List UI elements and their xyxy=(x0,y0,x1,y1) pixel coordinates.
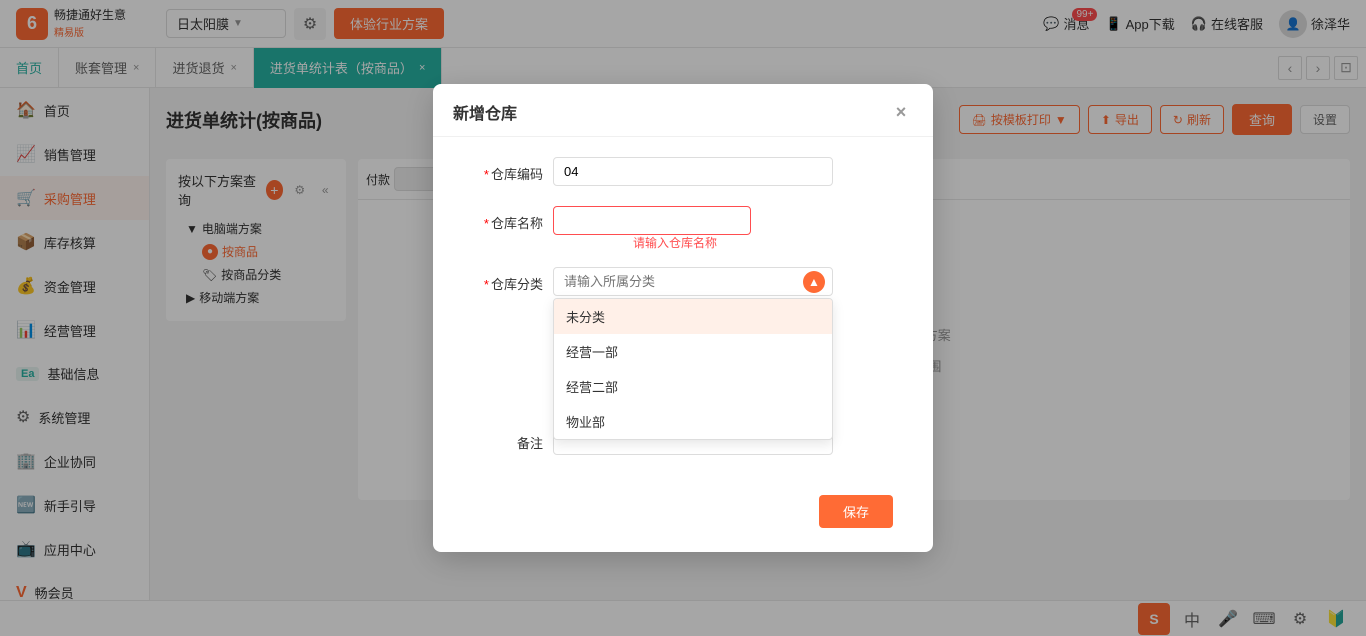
modal-overlay[interactable]: 新增仓库 × 仓库编码 仓库名称 请输入仓库名称 仓库分类 xyxy=(0,0,1366,636)
dialog-header: 新增仓库 × xyxy=(433,84,933,137)
dialog-title: 新增仓库 xyxy=(453,100,517,124)
category-dropdown: 未分类 经营一部 经营二部 物业部 xyxy=(553,298,833,440)
form-row-code: 仓库编码 xyxy=(473,157,893,186)
code-label: 仓库编码 xyxy=(473,157,553,183)
name-error-message: 请输入仓库名称 xyxy=(633,234,717,251)
code-input[interactable] xyxy=(553,157,833,186)
add-warehouse-dialog: 新增仓库 × 仓库编码 仓库名称 请输入仓库名称 仓库分类 xyxy=(433,84,933,552)
category-input[interactable] xyxy=(553,267,833,296)
dropdown-item-ops1[interactable]: 经营一部 xyxy=(554,334,832,369)
form-row-category: 仓库分类 ▲ 未分类 经营一部 经营二部 物业部 xyxy=(473,267,893,296)
dialog-footer: 保存 xyxy=(433,495,933,528)
dropdown-item-uncategorized[interactable]: 未分类 xyxy=(554,299,832,334)
save-button[interactable]: 保存 xyxy=(819,495,893,528)
dialog-body: 仓库编码 仓库名称 请输入仓库名称 仓库分类 ▲ 未分类 xyxy=(433,137,933,495)
dropdown-item-property[interactable]: 物业部 xyxy=(554,404,832,439)
name-label: 仓库名称 xyxy=(473,206,553,232)
name-input[interactable] xyxy=(553,206,751,235)
remarks-label: 备注 xyxy=(473,426,553,452)
dropdown-item-ops2[interactable]: 经营二部 xyxy=(554,369,832,404)
category-toggle-button[interactable]: ▲ xyxy=(803,271,825,293)
form-row-name: 仓库名称 请输入仓库名称 xyxy=(473,206,893,235)
dialog-close-button[interactable]: × xyxy=(889,100,913,124)
category-label: 仓库分类 xyxy=(473,267,553,293)
